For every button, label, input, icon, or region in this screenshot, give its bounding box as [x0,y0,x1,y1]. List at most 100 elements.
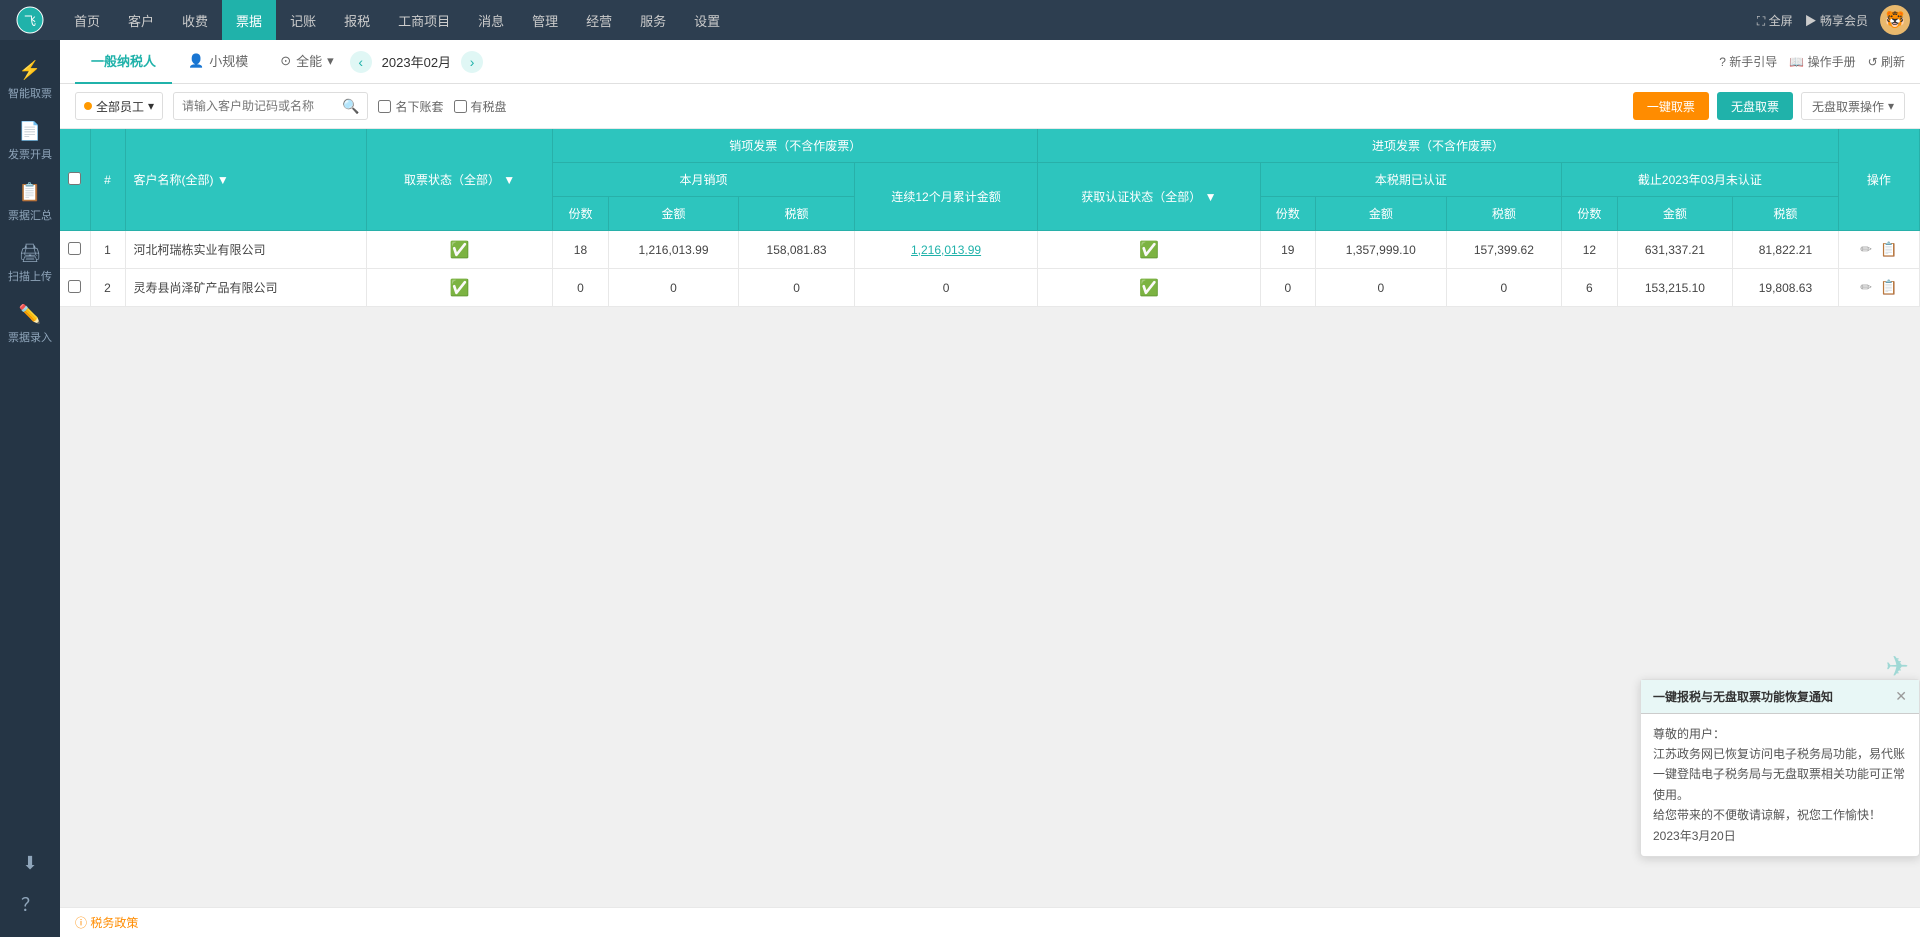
nav-manage[interactable]: 管理 [518,0,572,40]
th-purchase-status-filter-icon[interactable]: ▼ [1205,190,1217,204]
row-checkbox-1[interactable] [60,269,90,307]
sidebar-item-label-scan-upload: 扫描上传 [8,268,52,284]
nav-accounting[interactable]: 记账 [276,0,330,40]
nav-settings[interactable]: 设置 [680,0,734,40]
th-customer-filter-icon[interactable]: ▼ [217,173,229,187]
checkbox-taxdisk[interactable]: 有税盘 [454,98,507,115]
th-purchase-status: 获取认证状态（全部） ▼ [1038,163,1260,231]
tab-small-scale[interactable]: 👤 小规模 [172,40,264,84]
no-disk-fetch-btn[interactable]: 无盘取票 [1717,92,1793,120]
view-icon-1[interactable]: 📋 [1880,279,1897,296]
select-all-checkbox[interactable] [68,172,81,185]
smart-fetch-icon: ⚡ [19,60,41,81]
period-selector: ‹ 2023年02月 › [350,51,483,73]
nav-tax[interactable]: 报税 [330,0,384,40]
employee-dot [84,102,92,110]
row-monthly-amount-1: 0 [608,269,739,307]
taxdisk-label: 有税盘 [471,98,507,115]
table-row: 1 河北柯瑞栋实业有限公司 ✅ 18 1,216,013.99 158,081.… [60,231,1920,269]
nav-service[interactable]: 服务 [626,0,680,40]
view-icon-0[interactable]: 📋 [1880,241,1897,258]
notification-close-btn[interactable]: ✕ [1895,688,1907,705]
tab-general-label: 一般纳税人 [91,51,156,70]
row-unverified-qty-0: 12 [1562,231,1618,269]
tab-all[interactable]: ⊙ 全能 ▾ [264,40,349,84]
nav-business[interactable]: 经营 [572,0,626,40]
one-click-fetch-btn[interactable]: 一键取票 [1633,92,1709,120]
th-sales-qty: 份数 [553,197,609,231]
row-monthly-qty-1: 0 [553,269,609,307]
row-12month-0[interactable]: 1,216,013.99 [854,231,1037,269]
th-fetch-status-filter-icon[interactable]: ▼ [503,173,515,187]
summary-icon: 📋 [19,182,41,203]
nav-right: ⛶ 全屏 ▶ 畅享会员 🐯 [1757,5,1910,35]
sidebar-download-icon[interactable]: ⬇ [0,845,60,881]
th-until-march: 截止2023年03月未认证 [1562,163,1839,197]
edit-icon-1[interactable]: ✏ [1860,279,1872,296]
row-checkbox-0[interactable] [60,231,90,269]
row-customer-1: 灵寿县尚泽矿产品有限公司 [125,269,366,307]
no-disk-ops-btn[interactable]: 无盘取票操作 ▾ [1801,92,1905,120]
row-customer-0: 河北柯瑞栋实业有限公司 [125,231,366,269]
taxdisk-checkbox[interactable] [454,100,467,113]
nav-customer[interactable]: 客户 [114,0,168,40]
tab-all-icon: ⊙ [280,53,291,69]
row-no-0: 1 [90,231,125,269]
period-prev-btn[interactable]: ‹ [350,51,372,73]
period-next-btn[interactable]: › [461,51,483,73]
nav-items: 首页 客户 收费 票据 记账 报税 工商项目 消息 管理 经营 服务 设置 [60,0,1757,40]
guide-btn[interactable]: ? 新手引导 [1719,53,1777,70]
subaccount-checkbox[interactable] [378,100,391,113]
employee-dropdown-icon: ▾ [148,99,154,113]
user-avatar[interactable]: 🐯 [1880,5,1910,35]
nav-billing[interactable]: 收费 [168,0,222,40]
th-monthly-sales: 本月销项 [553,163,855,197]
employee-label: 全部员工 [96,98,144,115]
nav-invoice[interactable]: 票据 [222,0,276,40]
tax-policy-link[interactable]: ⓘ 税务政策 [75,914,138,931]
employee-filter[interactable]: 全部员工 ▾ [75,92,163,120]
th-action: 操作 [1838,129,1919,231]
row-unverified-qty-1: 6 [1562,269,1618,307]
search-input[interactable] [174,95,334,117]
notification-popup: 一键报税与无盘取票功能恢复通知 ✕ ✈ 尊敬的用户：江苏政务网已恢复访问电子税务… [1640,679,1920,857]
manual-btn[interactable]: 📖 操作手册 [1789,53,1855,70]
fullscreen-btn[interactable]: ⛶ 全屏 [1757,12,1793,29]
th-sales-amount: 金额 [608,197,739,231]
sidebar-item-smart-fetch[interactable]: ⚡ 智能取票 [0,50,60,111]
sidebar-item-scan-upload[interactable]: 🖨 扫描上传 [0,233,60,294]
dropdown-arrow-icon: ▾ [1888,99,1894,113]
th-current-period-verified: 本税期已认证 [1260,163,1562,197]
row-purchase-status-0: ✅ [1038,231,1260,269]
row-fetch-status-1: ✅ [366,269,552,307]
sidebar-item-label-summary: 票据汇总 [8,207,52,223]
row-unverified-amount-1: 153,215.10 [1617,269,1733,307]
left-sidebar: ⚡ 智能取票 📄 发票开具 📋 票据汇总 🖨 扫描上传 ✏️ 票据录入 ⬇ ？ [0,40,60,937]
row-actions-0: ✏ 📋 [1838,231,1919,269]
sidebar-item-entry[interactable]: ✏️ 票据录入 [0,294,60,355]
nav-home[interactable]: 首页 [60,0,114,40]
tab-all-dropdown-icon: ▾ [327,53,334,69]
th-12month: 连续12个月累计金额 [854,163,1037,231]
row-actions-1: ✏ 📋 [1838,269,1919,307]
member-btn[interactable]: ▶ 畅享会员 [1805,12,1868,29]
filter-bar: 全部员工 ▾ 🔍 名下账套 有税盘 一键取票 无盘取票 无盘取票操作 ▾ [60,84,1920,129]
row-verified-tax-0: 157,399.62 [1446,231,1562,269]
nav-message[interactable]: 消息 [464,0,518,40]
scan-upload-icon: 🖨 [19,243,42,264]
refresh-btn[interactable]: ↺ 刷新 [1868,53,1905,70]
th-unverified-amount: 金额 [1617,197,1733,231]
nav-commerce[interactable]: 工商项目 [384,0,464,40]
tab-general-taxpayer[interactable]: 一般纳税人 [75,40,172,84]
th-fetch-status: 取票状态（全部） ▼ [366,129,552,231]
subaccount-label: 名下账套 [395,98,443,115]
search-btn[interactable]: 🔍 [334,98,367,115]
edit-icon-0[interactable]: ✏ [1860,241,1872,258]
table-container: # 客户名称(全部) ▼ 取票状态（全部） ▼ 销项发票（不含作废票） 进项发票… [60,129,1920,307]
sidebar-item-summary[interactable]: 📋 票据汇总 [0,172,60,233]
entry-icon: ✏️ [19,304,41,325]
sidebar-help-icon[interactable]: ？ [0,886,60,922]
checkbox-subaccount[interactable]: 名下账套 [378,98,443,115]
row-verified-tax-1: 0 [1446,269,1562,307]
sidebar-item-open-invoice[interactable]: 📄 发票开具 [0,111,60,172]
